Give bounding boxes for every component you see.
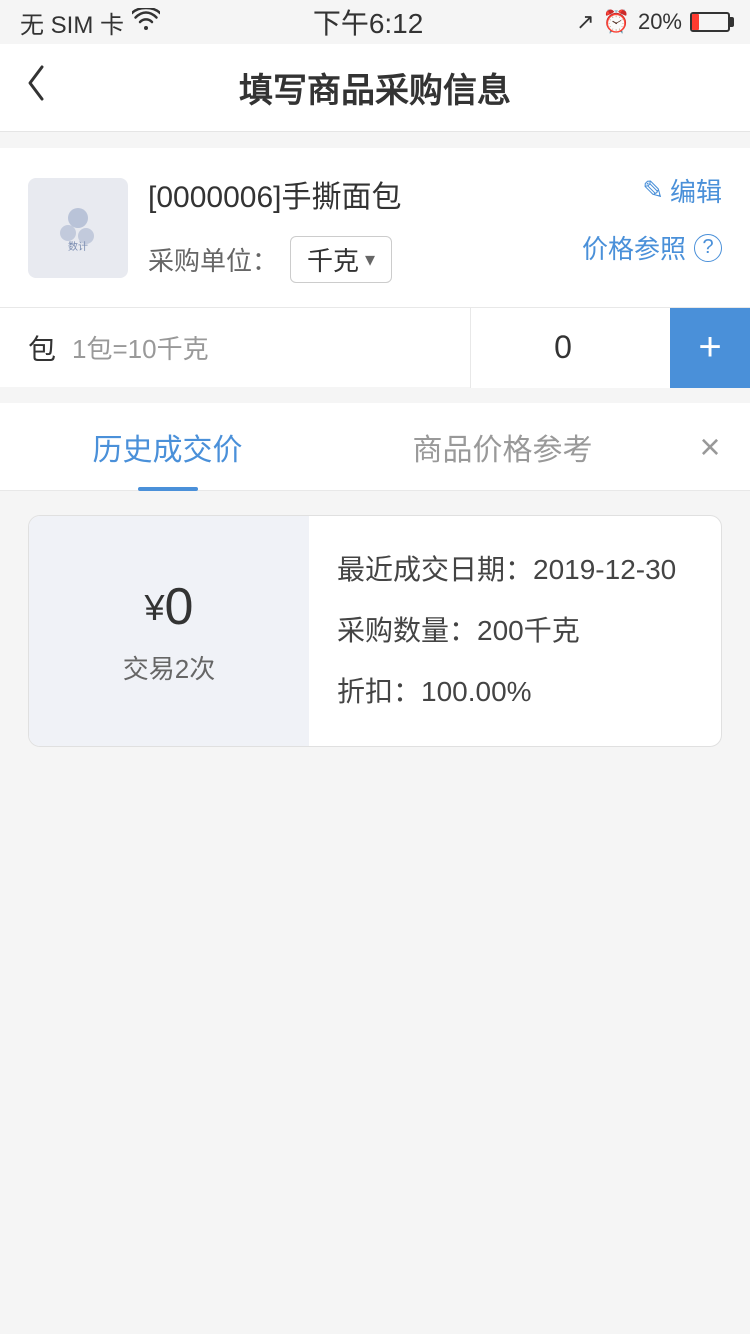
quantity-control: + xyxy=(470,308,750,388)
unit-selector[interactable]: 千克 ▾ xyxy=(290,236,392,283)
price-ref-button[interactable]: 价格参照 ? xyxy=(582,229,722,266)
product-right: ✎ 编辑 价格参照 ? xyxy=(582,172,722,266)
quantity-label: 包 1包=10千克 xyxy=(28,328,209,368)
unit-label: 采购单位： xyxy=(148,241,278,278)
purchase-qty-value: 200千克 xyxy=(477,615,580,646)
discount-value: 100.00% xyxy=(421,676,532,707)
close-icon: × xyxy=(699,426,720,468)
discount-label: 折扣： xyxy=(337,676,421,707)
price-ref-label: 价格参照 xyxy=(582,229,686,266)
purchase-qty-row: 采购数量：200千克 xyxy=(337,609,693,654)
edit-label: 编辑 xyxy=(670,172,722,209)
trade-count: 交易2次 xyxy=(123,649,215,686)
quantity-row: 包 1包=10千克 + xyxy=(0,307,750,387)
tab-close-button[interactable]: × xyxy=(670,403,750,491)
unit-char: 包 xyxy=(28,328,56,368)
tab-history-price[interactable]: 历史成交价 xyxy=(0,403,335,491)
history-card: ¥0 交易2次 最近成交日期：2019-12-30 采购数量：200千克 折扣：… xyxy=(28,515,722,747)
status-bar: 无 SIM 卡 下午6:12 ↗ ⏰ 20% xyxy=(0,0,750,44)
unit-arrow-icon: ▾ xyxy=(365,247,375,272)
carrier-text: 无 SIM 卡 xyxy=(20,5,124,40)
product-thumbnail: 数计 xyxy=(28,178,128,278)
discount-row: 折扣：100.00% xyxy=(337,670,693,715)
svg-text:数计: 数计 xyxy=(68,240,88,253)
tab-price-ref-label: 商品价格参考 xyxy=(413,425,593,469)
alarm-icon: ⏰ xyxy=(603,9,630,35)
battery-icon xyxy=(690,12,730,32)
status-right: ↗ ⏰ 20% xyxy=(576,9,730,35)
location-icon: ↗ xyxy=(576,9,594,35)
page-title: 填写商品采购信息 xyxy=(239,63,511,112)
wifi-icon xyxy=(132,8,160,37)
status-left: 无 SIM 卡 xyxy=(20,5,160,40)
help-icon: ? xyxy=(694,234,722,262)
history-price: ¥0 xyxy=(145,577,194,637)
product-unit-row: 采购单位： 千克 ▾ xyxy=(148,236,401,283)
recent-date-value: 2019-12-30 xyxy=(533,554,676,585)
status-time: 下午6:12 xyxy=(313,2,424,42)
price-symbol: ¥ xyxy=(145,587,165,629)
edit-icon: ✎ xyxy=(642,175,664,206)
quantity-plus-button[interactable]: + xyxy=(670,308,750,388)
product-left: 数计 [0000006]手撕面包 采购单位： 千克 ▾ xyxy=(28,172,401,283)
history-section: ¥0 交易2次 最近成交日期：2019-12-30 采购数量：200千克 折扣：… xyxy=(0,491,750,771)
product-header: 数计 [0000006]手撕面包 采购单位： 千克 ▾ ✎ 编辑 xyxy=(28,172,722,283)
tabs-bar: 历史成交价 商品价格参考 × xyxy=(0,403,750,491)
history-card-right: 最近成交日期：2019-12-30 采购数量：200千克 折扣：100.00% xyxy=(309,516,721,746)
plus-icon: + xyxy=(698,325,721,370)
battery-percent: 20% xyxy=(638,9,682,35)
nav-bar: 填写商品采购信息 xyxy=(0,44,750,132)
product-name: [0000006]手撕面包 xyxy=(148,172,401,216)
history-card-left: ¥0 交易2次 xyxy=(29,516,309,746)
tab-product-price-ref[interactable]: 商品价格参考 xyxy=(335,403,670,491)
back-button[interactable] xyxy=(24,63,48,112)
recent-date-label: 最近成交日期： xyxy=(337,554,533,585)
purchase-qty-label: 采购数量： xyxy=(337,615,477,646)
unit-conversion-hint: 1包=10千克 xyxy=(72,329,209,366)
product-info: [0000006]手撕面包 采购单位： 千克 ▾ xyxy=(148,172,401,283)
product-card: 数计 [0000006]手撕面包 采购单位： 千克 ▾ ✎ 编辑 xyxy=(0,148,750,307)
unit-value: 千克 xyxy=(307,241,359,278)
tab-history-label: 历史成交价 xyxy=(93,425,243,469)
price-value: 0 xyxy=(165,578,194,636)
recent-date-row: 最近成交日期：2019-12-30 xyxy=(337,548,693,593)
edit-button[interactable]: ✎ 编辑 xyxy=(642,172,722,209)
quantity-input[interactable] xyxy=(470,308,670,388)
